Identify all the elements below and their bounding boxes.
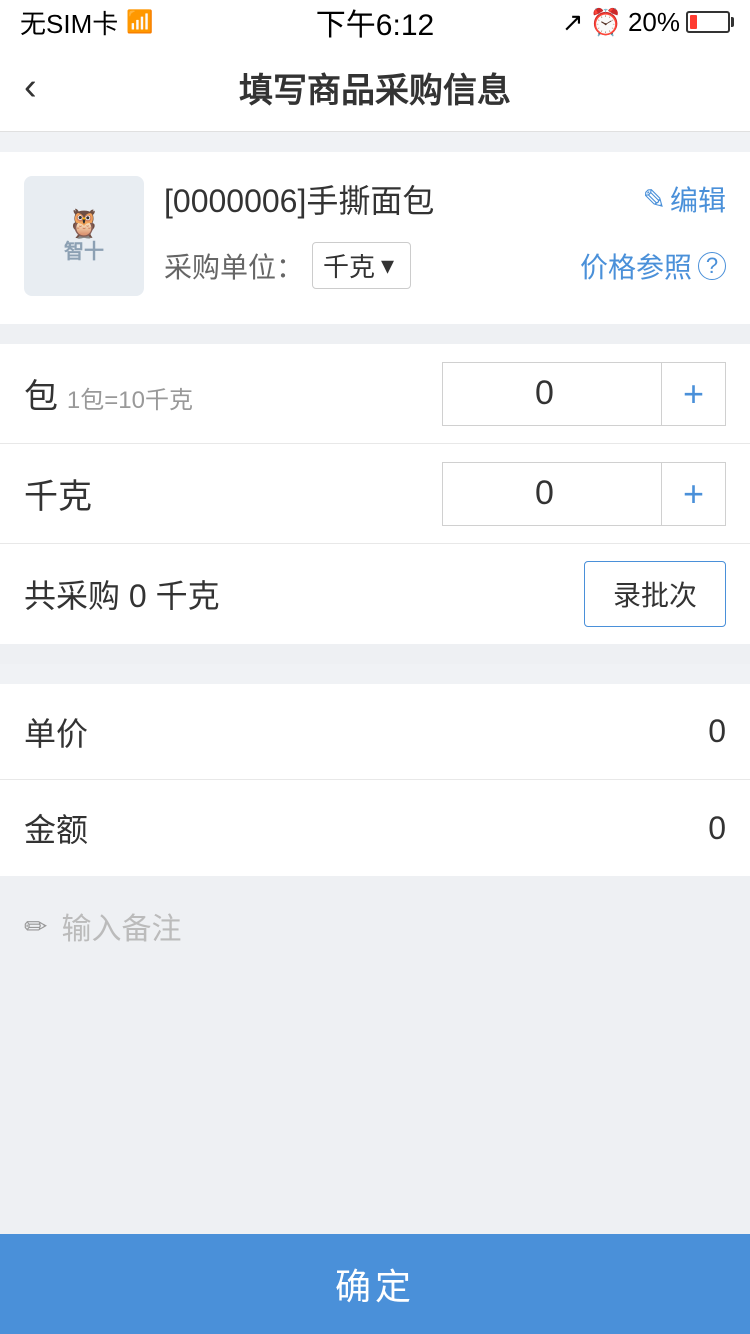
edit-button[interactable]: ✎ 编辑 <box>643 179 726 219</box>
product-info: [0000006]手撕面包 ✎ 编辑 采购单位： 千克 ▾ 价格参照 ? <box>164 176 726 289</box>
amount-row: 金额 0 <box>0 780 750 876</box>
edit-label: 编辑 <box>670 179 726 219</box>
product-image: 🦉 智十 <box>24 176 144 296</box>
summary-amount: 0 <box>129 578 147 614</box>
section-divider-1 <box>0 324 750 344</box>
summary-unit: 千克 <box>156 578 220 614</box>
confirm-button[interactable]: 确定 <box>0 1234 750 1334</box>
wifi-icon: 📶 <box>126 9 153 35</box>
amount-label: 金额 <box>24 805 88 851</box>
product-header: [0000006]手撕面包 ✎ 编辑 <box>164 176 726 222</box>
package-quantity-input[interactable] <box>442 362 662 426</box>
input-section: 包 1包=10千克 + 千克 + 共采购 0 千克 录批次 <box>0 344 750 644</box>
page-title: 填写商品采购信息 <box>239 63 511 112</box>
status-bar: 无SIM卡 📶 下午6:12 ↗ ⏰ 20% <box>0 0 750 44</box>
summary-text: 共采购 0 千克 <box>24 571 220 617</box>
kg-label-group: 千克 <box>24 469 442 518</box>
battery-icon <box>686 11 730 33</box>
price-ref-button[interactable]: 价格参照 ? <box>580 246 726 286</box>
unit-price-row: 单价 0 <box>0 684 750 780</box>
summary-prefix: 共采购 <box>24 578 120 614</box>
remarks-section[interactable]: ✏ 输入备注 <box>0 876 750 976</box>
package-label-group: 包 1包=10千克 <box>24 369 442 418</box>
package-input-row: 包 1包=10千克 + <box>0 344 750 444</box>
kg-quantity-input[interactable] <box>442 462 662 526</box>
product-unit-row: 采购单位： 千克 ▾ 价格参照 ? <box>164 242 726 289</box>
kg-unit-label: 千克 <box>24 478 92 516</box>
package-unit-sub: 1包=10千克 <box>67 387 193 414</box>
status-right: ↗ ⏰ 20% <box>562 7 730 38</box>
price-ref-icon: ? <box>698 252 726 280</box>
amount-value: 0 <box>708 810 726 847</box>
product-card: 🦉 智十 [0000006]手撕面包 ✎ 编辑 采购单位： 千克 ▾ 价格参照 <box>0 152 750 324</box>
kg-controls: + <box>442 462 726 526</box>
nav-bar: ‹ 填写商品采购信息 <box>0 44 750 132</box>
product-name: [0000006]手撕面包 <box>164 176 434 222</box>
product-logo: 🦉 智十 <box>64 210 104 262</box>
summary-row: 共采购 0 千克 录批次 <box>0 544 750 644</box>
remarks-placeholder: 输入备注 <box>61 904 181 948</box>
status-time: 下午6:12 <box>316 0 434 44</box>
kg-plus-button[interactable]: + <box>662 462 726 526</box>
unit-value: 千克 <box>323 247 375 284</box>
alarm-icon: ⏰ <box>590 7 622 38</box>
price-section: 单价 0 金额 0 <box>0 684 750 876</box>
back-button[interactable]: ‹ <box>24 66 37 109</box>
unit-price-label: 单价 <box>24 709 88 755</box>
package-controls: + <box>442 362 726 426</box>
battery-percent: 20% <box>628 7 680 38</box>
package-unit-label: 包 <box>24 378 58 416</box>
status-left: 无SIM卡 📶 <box>20 4 154 41</box>
location-icon: ↗ <box>562 7 584 38</box>
unit-price-value: 0 <box>708 713 726 750</box>
unit-label: 采购单位： 千克 ▾ <box>164 242 411 289</box>
package-plus-button[interactable]: + <box>662 362 726 426</box>
record-batch-button[interactable]: 录批次 <box>584 561 726 627</box>
edit-icon: ✎ <box>643 183 666 216</box>
price-ref-label: 价格参照 <box>580 246 692 286</box>
section-divider-2 <box>0 644 750 664</box>
kg-input-row: 千克 + <box>0 444 750 544</box>
unit-prefix: 采购单位： <box>164 246 304 286</box>
dropdown-arrow-icon: ▾ <box>381 250 394 281</box>
unit-select[interactable]: 千克 ▾ <box>312 242 411 289</box>
carrier-text: 无SIM卡 <box>20 4 118 41</box>
pencil-icon: ✏ <box>24 910 47 943</box>
